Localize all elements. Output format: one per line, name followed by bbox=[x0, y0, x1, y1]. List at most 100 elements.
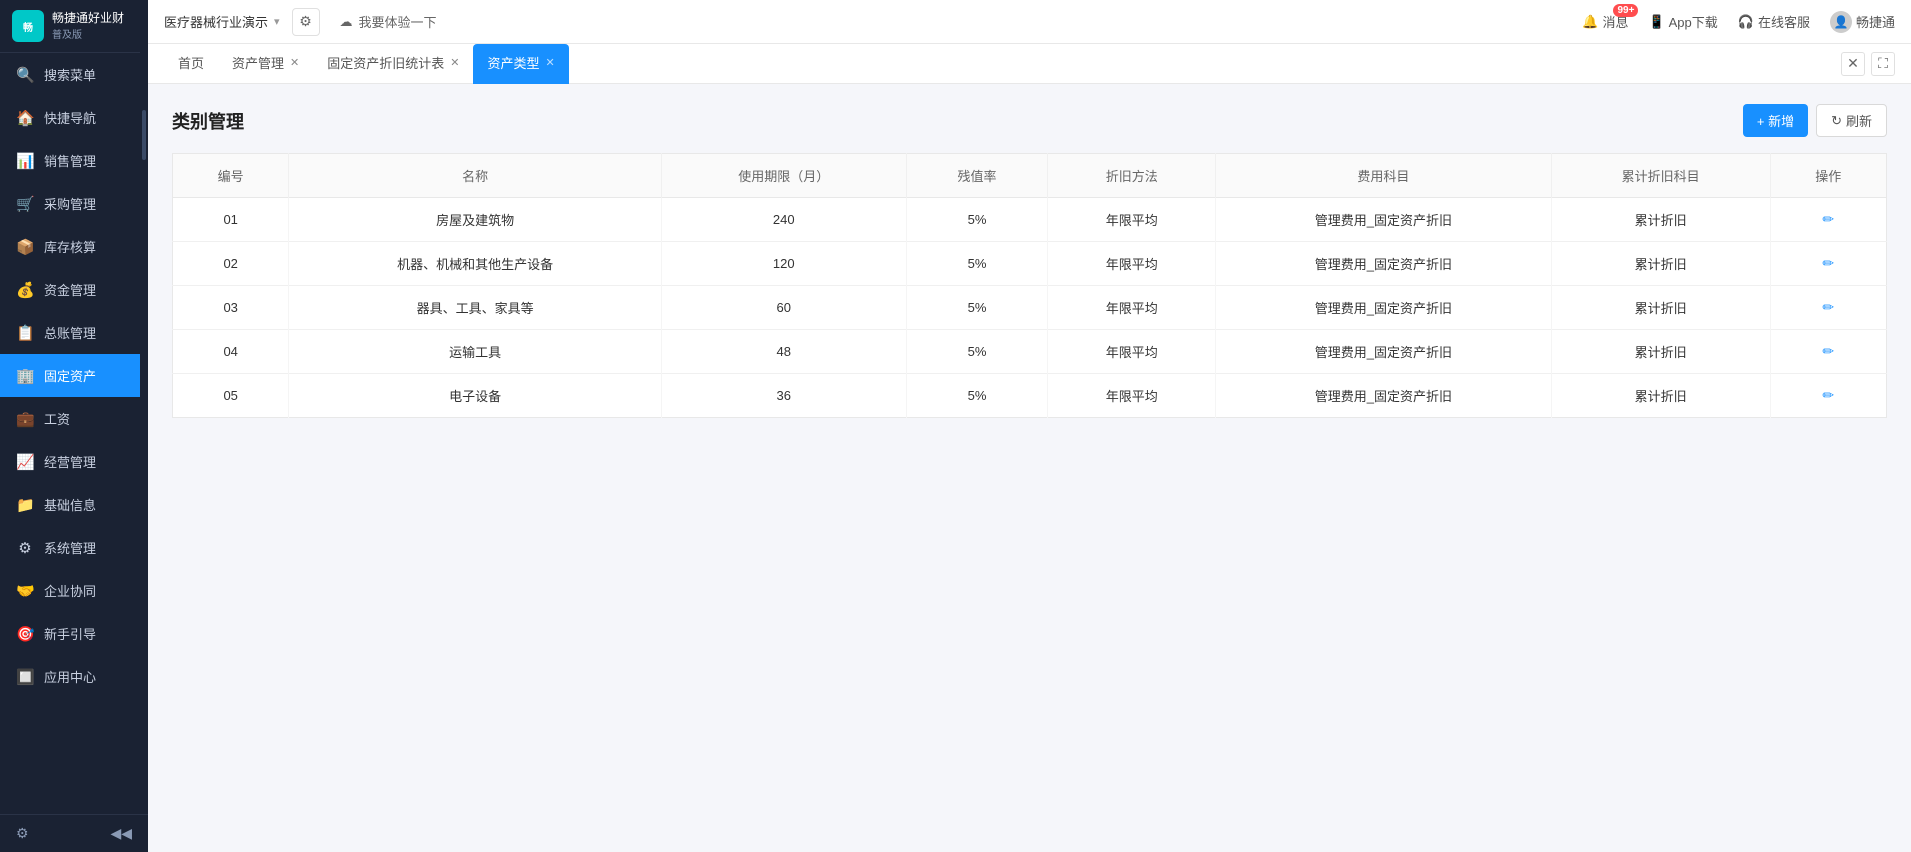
sidebar-item-operations[interactable]: 📈 经营管理 bbox=[0, 440, 148, 483]
cell-action: ✏ bbox=[1770, 198, 1886, 242]
sidebar-item-label: 销售管理 bbox=[44, 151, 96, 170]
tab-expand-button[interactable]: ⛶ bbox=[1871, 52, 1895, 76]
sidebar-item-ledger[interactable]: 📋 总账管理 bbox=[0, 311, 148, 354]
sidebar-nav: 🔍 搜索菜单 🏠 快捷导航 📊 销售管理 🛒 采购管理 📦 库存核算 💰 资金管… bbox=[0, 53, 148, 814]
finance-icon: 💰 bbox=[16, 281, 34, 299]
sidebar-item-label: 资金管理 bbox=[44, 280, 96, 299]
topbar-right: 🔔 消息 99+ 📱 App下载 🎧 在线客服 👤 畅捷通 bbox=[1582, 11, 1895, 33]
messages-button[interactable]: 🔔 消息 99+ bbox=[1582, 12, 1628, 31]
cell-accumulated: 累计折旧 bbox=[1551, 374, 1770, 418]
topbar: 医疗器械行业演示 ▾ ⚙ ☁ 我要体验一下 🔔 消息 99+ 📱 App下载 🎧… bbox=[148, 0, 1911, 44]
app-version: 普及版 bbox=[52, 26, 124, 41]
module-selector[interactable]: 医疗器械行业演示 ▾ bbox=[164, 12, 280, 31]
sidebar-item-label: 基础信息 bbox=[44, 495, 96, 514]
chevron-down-icon: ▾ bbox=[274, 15, 280, 28]
cell-residual: 5% bbox=[906, 242, 1048, 286]
sidebar-item-label: 系统管理 bbox=[44, 538, 96, 557]
cell-accumulated: 累计折旧 bbox=[1551, 330, 1770, 374]
col-name: 名称 bbox=[289, 154, 662, 198]
sidebar-item-inventory[interactable]: 📦 库存核算 bbox=[0, 225, 148, 268]
edit-button[interactable]: ✏ bbox=[1822, 211, 1834, 227]
collab-icon: 🤝 bbox=[16, 582, 34, 600]
content-header: 类别管理 + 新增 ↻ 刷新 bbox=[172, 104, 1887, 137]
sidebar-item-fixed-assets[interactable]: 🏢 固定资产 bbox=[0, 354, 148, 397]
table-row: 03 器具、工具、家具等 60 5% 年限平均 管理费用_固定资产折旧 累计折旧… bbox=[173, 286, 1887, 330]
sidebar-item-guide[interactable]: 🎯 新手引导 bbox=[0, 612, 148, 655]
mobile-icon: 📱 bbox=[1648, 14, 1664, 30]
cell-period: 36 bbox=[662, 374, 907, 418]
cell-expense: 管理费用_固定资产折旧 bbox=[1216, 330, 1552, 374]
close-icon[interactable]: ✕ bbox=[450, 56, 459, 69]
sidebar-item-purchase[interactable]: 🛒 采购管理 bbox=[0, 182, 148, 225]
sidebar-item-basic-info[interactable]: 📁 基础信息 bbox=[0, 483, 148, 526]
gear-button[interactable]: ⚙ bbox=[292, 8, 320, 36]
sidebar-item-label: 工资 bbox=[44, 409, 70, 428]
tab-home[interactable]: 首页 bbox=[164, 44, 218, 84]
refresh-label: 刷新 bbox=[1846, 111, 1872, 130]
cell-period: 240 bbox=[662, 198, 907, 242]
cell-action: ✏ bbox=[1770, 286, 1886, 330]
edit-button[interactable]: ✏ bbox=[1822, 387, 1834, 403]
sidebar-item-collab[interactable]: 🤝 企业协同 bbox=[0, 569, 148, 612]
tab-asset-management[interactable]: 资产管理 ✕ bbox=[218, 44, 313, 84]
sidebar-item-search[interactable]: 🔍 搜索菜单 bbox=[0, 53, 148, 96]
sidebar-item-finance[interactable]: 💰 资金管理 bbox=[0, 268, 148, 311]
edit-button[interactable]: ✏ bbox=[1822, 343, 1834, 359]
cell-expense: 管理费用_固定资产折旧 bbox=[1216, 286, 1552, 330]
sidebar-item-quicknav[interactable]: 🏠 快捷导航 bbox=[0, 96, 148, 139]
col-residual: 残值率 bbox=[906, 154, 1048, 198]
new-button[interactable]: + 新增 bbox=[1743, 104, 1808, 137]
close-icon[interactable]: ✕ bbox=[290, 56, 299, 69]
tab-home-label: 首页 bbox=[178, 53, 204, 72]
cell-code: 02 bbox=[173, 242, 289, 286]
fixed-assets-icon: 🏢 bbox=[16, 367, 34, 385]
main-area: 医疗器械行业演示 ▾ ⚙ ☁ 我要体验一下 🔔 消息 99+ 📱 App下载 🎧… bbox=[148, 0, 1911, 852]
user-button[interactable]: 👤 畅捷通 bbox=[1830, 11, 1895, 33]
sales-icon: 📊 bbox=[16, 152, 34, 170]
sidebar-item-appstore[interactable]: 🔲 应用中心 bbox=[0, 655, 148, 698]
cell-period: 48 bbox=[662, 330, 907, 374]
tab-asset-type[interactable]: 资产类型 ✕ bbox=[473, 44, 568, 84]
cell-residual: 5% bbox=[906, 198, 1048, 242]
sidebar-item-label: 搜索菜单 bbox=[44, 65, 96, 84]
cell-accumulated: 累计折旧 bbox=[1551, 286, 1770, 330]
refresh-button[interactable]: ↻ 刷新 bbox=[1816, 104, 1887, 137]
collapse-icon[interactable]: ◀◀ bbox=[110, 825, 132, 842]
tab-depreciation-table[interactable]: 固定资产折旧统计表 ✕ bbox=[313, 44, 473, 84]
online-support-button[interactable]: 🎧 在线客服 bbox=[1738, 12, 1810, 31]
tabbar-actions: ✕ ⛶ bbox=[1841, 52, 1895, 76]
cell-method: 年限平均 bbox=[1048, 330, 1216, 374]
module-label: 医疗器械行业演示 bbox=[164, 12, 268, 31]
guide-icon: 🎯 bbox=[16, 625, 34, 643]
user-avatar-icon: 👤 bbox=[1830, 11, 1852, 33]
experience-button[interactable]: ☁ 我要体验一下 bbox=[340, 12, 437, 31]
tab-close-button[interactable]: ✕ bbox=[1841, 52, 1865, 76]
sidebar-item-label: 新手引导 bbox=[44, 624, 96, 643]
table-row: 02 机器、机械和其他生产设备 120 5% 年限平均 管理费用_固定资产折旧 … bbox=[173, 242, 1887, 286]
sidebar-item-label: 采购管理 bbox=[44, 194, 96, 213]
edit-button[interactable]: ✏ bbox=[1822, 299, 1834, 315]
sidebar-item-label: 固定资产 bbox=[44, 366, 96, 385]
refresh-icon: ↻ bbox=[1831, 113, 1842, 129]
cell-method: 年限平均 bbox=[1048, 286, 1216, 330]
col-action: 操作 bbox=[1770, 154, 1886, 198]
sidebar-item-payroll[interactable]: 💼 工资 bbox=[0, 397, 148, 440]
settings-icon[interactable]: ⚙ bbox=[16, 825, 29, 842]
table-row: 01 房屋及建筑物 240 5% 年限平均 管理费用_固定资产折旧 累计折旧 ✏ bbox=[173, 198, 1887, 242]
close-icon[interactable]: ✕ bbox=[546, 56, 555, 69]
cell-accumulated: 累计折旧 bbox=[1551, 198, 1770, 242]
sidebar-item-system[interactable]: ⚙ 系统管理 bbox=[0, 526, 148, 569]
sidebar-item-label: 应用中心 bbox=[44, 667, 96, 686]
username-label: 畅捷通 bbox=[1856, 12, 1895, 31]
sidebar-item-sales[interactable]: 📊 销售管理 bbox=[0, 139, 148, 182]
cell-method: 年限平均 bbox=[1048, 374, 1216, 418]
app-download-button[interactable]: 📱 App下载 bbox=[1648, 12, 1717, 31]
sidebar-item-label: 经营管理 bbox=[44, 452, 96, 471]
home-icon: 🏠 bbox=[16, 109, 34, 127]
cell-code: 01 bbox=[173, 198, 289, 242]
cell-expense: 管理费用_固定资产折旧 bbox=[1216, 374, 1552, 418]
cell-expense: 管理费用_固定资产折旧 bbox=[1216, 198, 1552, 242]
sidebar-item-label: 企业协同 bbox=[44, 581, 96, 600]
cell-name: 运输工具 bbox=[289, 330, 662, 374]
edit-button[interactable]: ✏ bbox=[1822, 255, 1834, 271]
